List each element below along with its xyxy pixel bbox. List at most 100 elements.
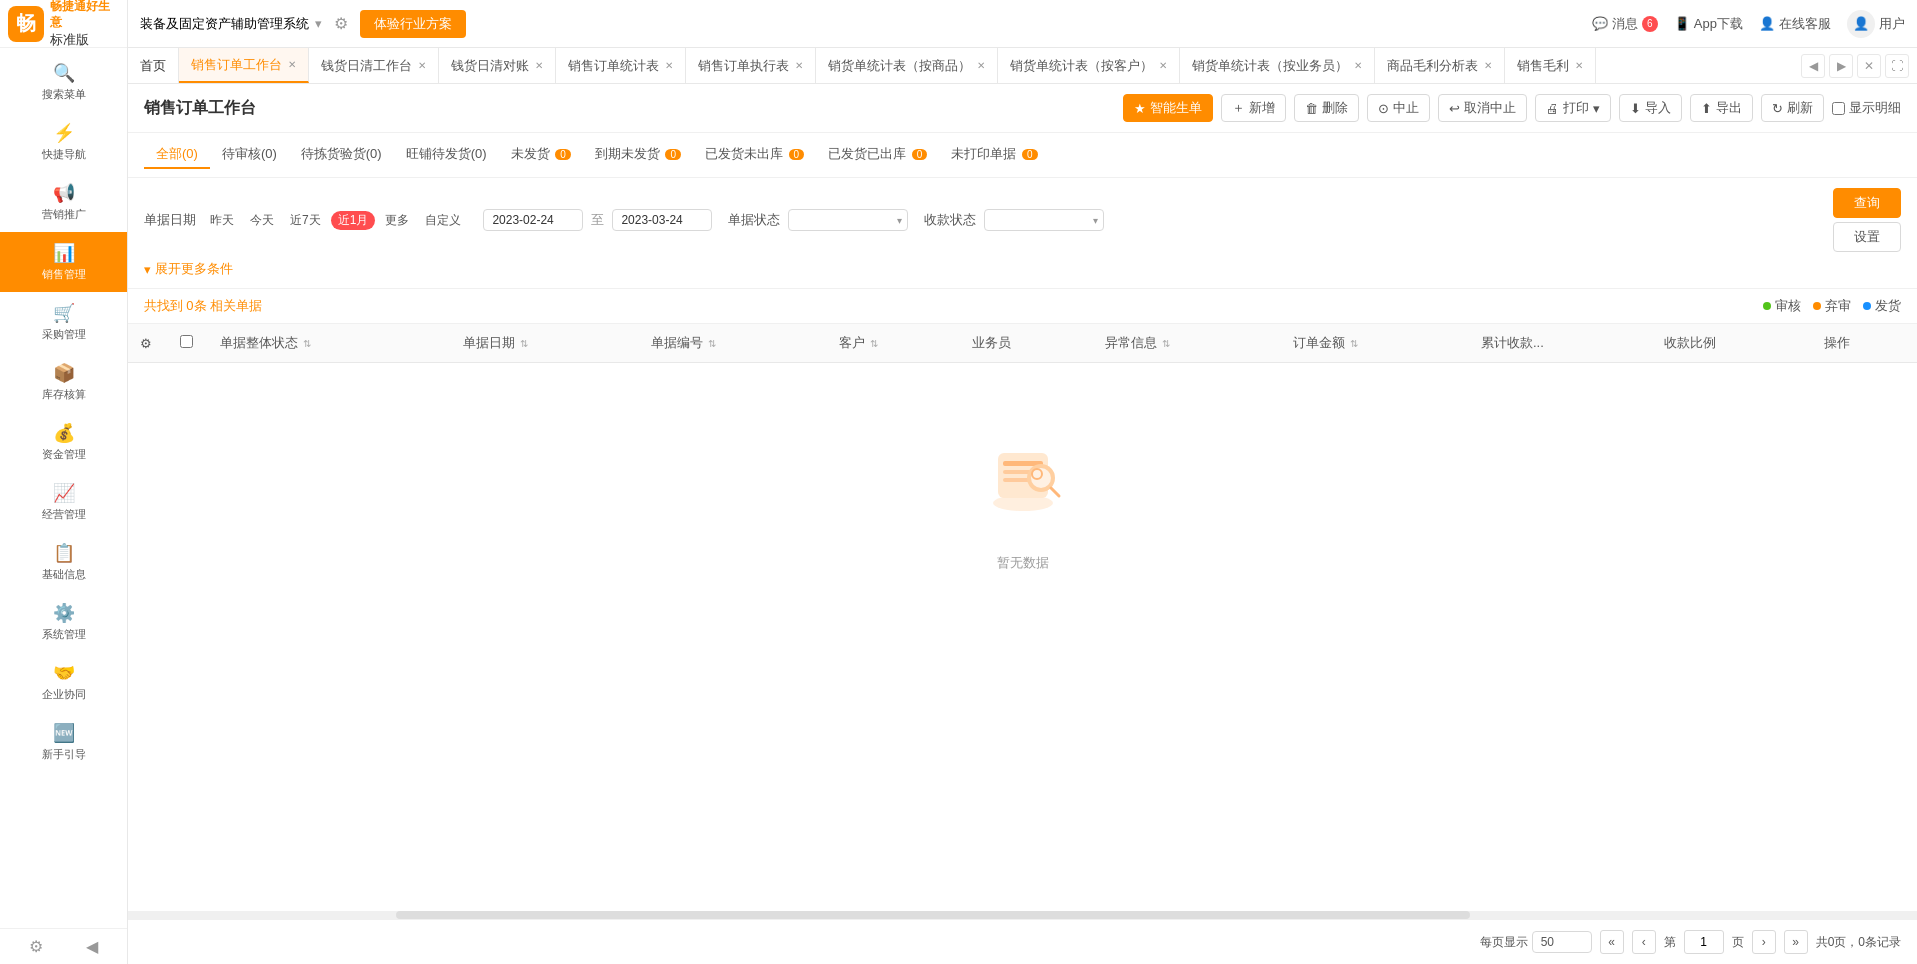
tab-sales-exec[interactable]: 销售订单执行表 ✕ [686,48,816,83]
tab-close-icon[interactable]: ✕ [1354,60,1362,71]
filter-tab-pending-review[interactable]: 待审核(0) [210,141,289,169]
sort-icon[interactable]: ⇅ [303,338,311,349]
sort-icon[interactable]: ⇅ [870,338,878,349]
sidebar-item-quick-nav[interactable]: ⚡ 快捷导航 [0,112,127,172]
stop-btn[interactable]: ⊙ 中止 [1367,94,1430,122]
collapse-icon[interactable]: ◀ [86,937,98,956]
unconfirm-btn[interactable]: 弃审 [1813,297,1851,315]
sidebar-item-finance[interactable]: 💰 资金管理 [0,412,127,472]
tab-close-icon[interactable]: ✕ [977,60,985,71]
date-yesterday-btn[interactable]: 昨天 [204,210,240,231]
settings-icon[interactable]: ⚙ [29,937,43,956]
page-first-btn[interactable]: « [1600,930,1624,954]
filter-tab-no-print[interactable]: 未打印单据 0 [939,141,1049,169]
payment-select[interactable] [984,209,1104,231]
date-more-btn[interactable]: 更多 [379,210,415,231]
sidebar-item-inventory[interactable]: 📦 库存核算 [0,352,127,412]
sidebar-item-sales[interactable]: 📊 销售管理 [0,232,127,292]
sidebar-item-marketing[interactable]: 📢 营销推广 [0,172,127,232]
tab-cash-daily[interactable]: 钱货日清工作台 ✕ [309,48,439,83]
user-item[interactable]: 👤 用户 [1847,10,1905,38]
hscroll-bar[interactable] [128,911,1917,919]
date-from-input[interactable] [483,209,583,231]
sort-icon[interactable]: ⇅ [520,338,528,349]
tab-sales-stat[interactable]: 销售订单统计表 ✕ [556,48,686,83]
query-btn[interactable]: 查询 [1833,188,1901,218]
export-btn[interactable]: ⬆ 导出 [1690,94,1753,122]
tab-close-icon[interactable]: ✕ [1575,60,1583,71]
show-detail-checkbox[interactable] [1832,102,1845,115]
refresh-btn[interactable]: ↻ 刷新 [1761,94,1824,122]
status-select[interactable] [788,209,908,231]
filter-tab-pending-inspect[interactable]: 待拣货验货(0) [289,141,394,169]
sidebar-item-search[interactable]: 🔍 搜索菜单 [0,52,127,112]
sidebar-item-purchase[interactable]: 🛒 采购管理 [0,292,127,352]
tab-close-icon[interactable]: ✕ [665,60,673,71]
ship-btn[interactable]: 发货 [1863,297,1901,315]
date-custom-btn[interactable]: 自定义 [419,210,467,231]
expand-btn[interactable]: ▾ 展开更多条件 [144,260,1901,278]
filter-tab-shipped-out[interactable]: 已发货已出库 0 [816,141,939,169]
tab-close-icon[interactable]: ✕ [535,60,543,71]
tab-sales-more[interactable]: 销售毛利 ✕ [1505,48,1596,83]
app-download-item[interactable]: 📱 App下载 [1674,15,1743,33]
new-btn[interactable]: ＋ 新增 [1221,94,1286,122]
tab-close-icon[interactable]: ✕ [418,60,426,71]
page-next-btn[interactable]: › [1752,930,1776,954]
sidebar-item-operation[interactable]: 📈 经营管理 [0,472,127,532]
sort-icon[interactable]: ⇅ [1350,338,1358,349]
date-to-input[interactable] [612,209,712,231]
filter-tab-all[interactable]: 全部(0) [144,141,210,169]
tab-scroll-left-icon[interactable]: ◀ [1801,54,1825,78]
filter-tab-wangpu[interactable]: 旺铺待发货(0) [394,141,499,169]
filter-tab-overdue-unship[interactable]: 到期未发货 0 [583,141,693,169]
tab-cash-reconcile[interactable]: 钱货日清对账 ✕ [439,48,556,83]
import-btn[interactable]: ⬇ 导入 [1619,94,1682,122]
sidebar-item-basic-info[interactable]: 📋 基础信息 [0,532,127,592]
page-number-input[interactable] [1684,930,1724,954]
tab-close-icon[interactable]: ✕ [288,59,296,70]
page-size-select: 每页显示 20 50 100 [1480,931,1592,953]
tab-gross-profit[interactable]: 商品毛利分析表 ✕ [1375,48,1505,83]
message-item[interactable]: 💬 消息 6 [1592,15,1658,33]
sidebar-item-corp[interactable]: 🤝 企业协同 [0,652,127,712]
tab-scroll-right-icon[interactable]: ▶ [1829,54,1853,78]
tab-close-icon[interactable]: ✕ [1159,60,1167,71]
tab-fullscreen-icon[interactable]: ⛶ [1885,54,1909,78]
settings-icon[interactable]: ⚙ [140,336,152,351]
tab-close-icon[interactable]: ✕ [795,60,803,71]
page-last-btn[interactable]: » [1784,930,1808,954]
tab-home[interactable]: 首页 [128,48,179,83]
filter-tab-not-shipped[interactable]: 未发货 0 [499,141,583,169]
date-1month-btn[interactable]: 近1月 [331,211,376,230]
smart-create-btn[interactable]: ★ 智能生单 [1123,94,1213,122]
page-prev-btn[interactable]: ‹ [1632,930,1656,954]
select-all-checkbox[interactable] [180,335,193,348]
cancel-stop-btn[interactable]: ↩ 取消中止 [1438,94,1527,122]
date-7days-btn[interactable]: 近7天 [284,210,327,231]
print-btn[interactable]: 🖨 打印 ▾ [1535,94,1611,122]
review-btn[interactable]: 审核 [1763,297,1801,315]
date-today-btn[interactable]: 今天 [244,210,280,231]
delete-btn[interactable]: 🗑 删除 [1294,94,1359,122]
tab-sales-stat-staff[interactable]: 销货单统计表（按业务员） ✕ [1180,48,1375,83]
sidebar-item-guide[interactable]: 🆕 新手引导 [0,712,127,772]
tab-sales-stat-product[interactable]: 销货单统计表（按商品） ✕ [816,48,998,83]
page-size-dropdown[interactable]: 20 50 100 [1532,931,1592,953]
empty-icon [973,423,1073,542]
system-dropdown-icon[interactable]: ▾ [315,16,322,31]
tab-sales-order[interactable]: 销售订单工作台 ✕ [179,48,309,83]
set-btn[interactable]: 设置 [1833,222,1901,252]
sort-icon[interactable]: ⇅ [708,338,716,349]
show-detail-checkbox-label[interactable]: 显示明细 [1832,99,1901,117]
tab-sales-stat-customer[interactable]: 销货单统计表（按客户） ✕ [998,48,1180,83]
tab-close-all-icon[interactable]: ✕ [1857,54,1881,78]
tab-close-icon[interactable]: ✕ [1484,60,1492,71]
online-service-item[interactable]: 👤 在线客服 [1759,15,1831,33]
sort-icon[interactable]: ⇅ [1162,338,1170,349]
sidebar-item-system[interactable]: ⚙️ 系统管理 [0,592,127,652]
industry-btn[interactable]: 体验行业方案 [360,10,466,38]
topbar-settings-icon[interactable]: ⚙ [334,14,348,33]
filter-tab-shipped-not-out[interactable]: 已发货未出库 0 [693,141,816,169]
payment-label: 收款状态 [924,211,976,229]
